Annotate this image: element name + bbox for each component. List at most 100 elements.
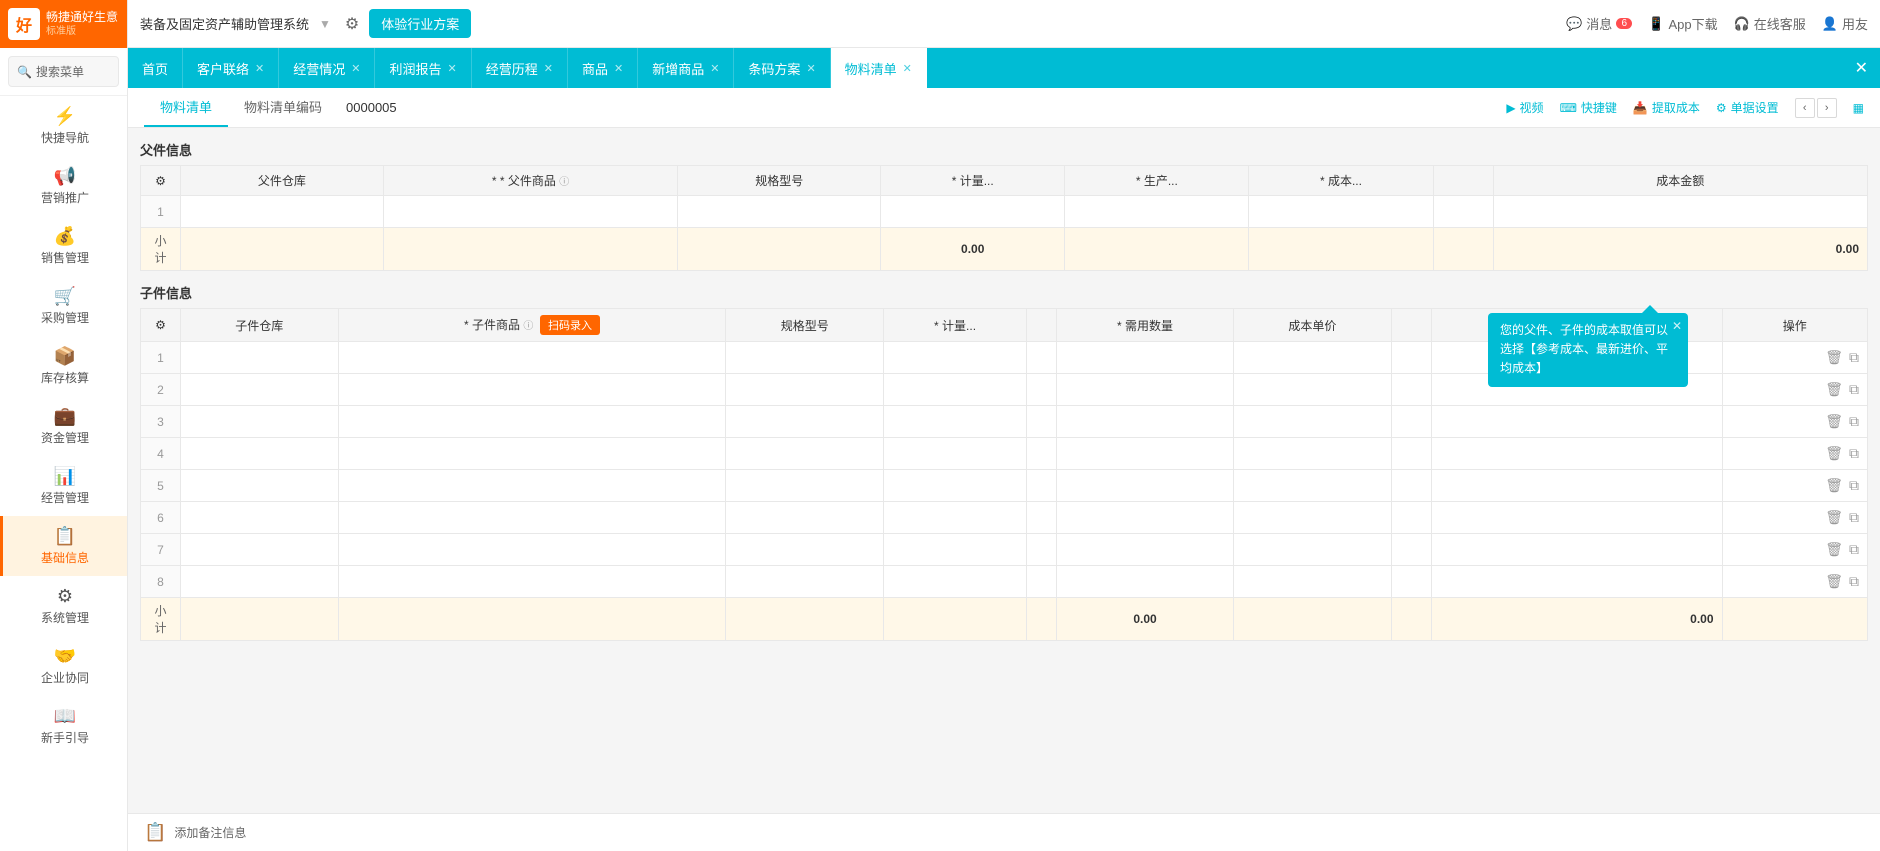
search-menu-button[interactable]: 🔍 搜索菜单 (8, 56, 119, 87)
sidebar-item-quick-nav[interactable]: ⚡ 快捷导航 (0, 96, 127, 156)
sidebar-item-system[interactable]: ⚙ 系统管理 (0, 576, 127, 636)
delete-row-7-button[interactable]: 🗑 (1825, 541, 1843, 558)
child-row-5-spec[interactable] (726, 470, 884, 502)
delete-row-5-button[interactable]: 🗑 (1825, 477, 1843, 494)
child-row-4-unit[interactable] (884, 438, 1027, 470)
sidebar-item-guide[interactable]: 📖 新手引导 (0, 696, 127, 756)
tab-bom[interactable]: 物料清单 ✕ (831, 48, 927, 88)
shortcut-action[interactable]: ⌨ 快捷键 (1560, 99, 1617, 116)
add-remark-text[interactable]: 添加备注信息 (174, 824, 246, 841)
child-row-2-warehouse[interactable] (181, 374, 339, 406)
delete-row-2-button[interactable]: 🗑 (1825, 381, 1843, 398)
tab-customer[interactable]: 客户联络 ✕ (183, 48, 279, 88)
tab-profit[interactable]: 利润报告 ✕ (375, 48, 471, 88)
video-action[interactable]: ▶ 视频 (1506, 99, 1543, 116)
tab-product-close[interactable]: ✕ (614, 62, 623, 75)
delete-row-4-button[interactable]: 🗑 (1825, 445, 1843, 462)
child-row-6-unit-cost[interactable] (1234, 502, 1392, 534)
tab-new-product[interactable]: 新增商品 ✕ (638, 48, 734, 88)
child-row-4-req-qty[interactable] (1057, 438, 1234, 470)
sidebar-item-sales[interactable]: 💰 销售管理 (0, 216, 127, 276)
tab-bom-close[interactable]: ✕ (903, 62, 912, 75)
copy-row-5-button[interactable]: ⧉ (1849, 477, 1859, 494)
parent-row-1-unit[interactable] (881, 196, 1065, 228)
child-row-2-unit[interactable] (884, 374, 1027, 406)
online-service-button[interactable]: 🎧 在线客服 (1734, 14, 1806, 33)
child-row-7-product[interactable] (338, 534, 726, 566)
child-row-5-product[interactable] (338, 470, 726, 502)
delete-row-8-button[interactable]: 🗑 (1825, 573, 1843, 590)
child-row-1-product[interactable] (338, 342, 726, 374)
delete-row-6-button[interactable]: 🗑 (1825, 509, 1843, 526)
child-row-7-unit[interactable] (884, 534, 1027, 566)
child-row-3-product[interactable] (338, 406, 726, 438)
child-row-1-warehouse[interactable] (181, 342, 339, 374)
sidebar-item-enterprise[interactable]: 🤝 企业协同 (0, 636, 127, 696)
tab-operations-close[interactable]: ✕ (351, 62, 360, 75)
extract-cost-action[interactable]: 📥 提取成本 (1633, 99, 1700, 116)
child-row-6-spec[interactable] (726, 502, 884, 534)
child-row-1-spec[interactable] (726, 342, 884, 374)
delete-row-1-button[interactable]: 🗑 (1825, 349, 1843, 366)
child-row-1-req-qty[interactable] (1057, 342, 1234, 374)
next-doc-button[interactable]: › (1817, 98, 1837, 118)
child-row-3-unit-cost[interactable] (1234, 406, 1392, 438)
doc-settings-action[interactable]: ⚙ 单据设置 (1716, 99, 1779, 116)
parent-row-1-produce[interactable] (1065, 196, 1249, 228)
trial-plan-button[interactable]: 体验行业方案 (369, 9, 471, 38)
copy-row-8-button[interactable]: ⧉ (1849, 573, 1859, 590)
child-row-4-product[interactable] (338, 438, 726, 470)
sidebar-item-inventory[interactable]: 📦 库存核算 (0, 336, 127, 396)
parent-col-settings[interactable]: ⚙ (141, 166, 181, 196)
child-row-2-product[interactable] (338, 374, 726, 406)
sub-tab-bom-code[interactable]: 物料清单编码 (228, 88, 338, 127)
child-row-6-warehouse[interactable] (181, 502, 339, 534)
delete-row-3-button[interactable]: 🗑 (1825, 413, 1843, 430)
child-row-6-product[interactable] (338, 502, 726, 534)
child-row-8-unit-cost[interactable] (1234, 566, 1392, 598)
prev-doc-button[interactable]: ‹ (1795, 98, 1815, 118)
parent-row-1-spec[interactable] (678, 196, 881, 228)
child-row-6-unit[interactable] (884, 502, 1027, 534)
user-profile-button[interactable]: 👤 用友 (1822, 14, 1868, 33)
parent-row-1-warehouse[interactable] (181, 196, 384, 228)
settings-gear-icon[interactable]: ⚙ (345, 14, 359, 34)
child-row-3-unit[interactable] (884, 406, 1027, 438)
child-row-8-warehouse[interactable] (181, 566, 339, 598)
tab-history[interactable]: 经营历程 ✕ (472, 48, 568, 88)
tab-customer-close[interactable]: ✕ (255, 62, 264, 75)
child-row-3-warehouse[interactable] (181, 406, 339, 438)
child-col-settings[interactable]: ⚙ (141, 309, 181, 342)
tab-barcode-close[interactable]: ✕ (806, 62, 815, 75)
child-row-2-req-qty[interactable] (1057, 374, 1234, 406)
sidebar-item-purchase[interactable]: 🛒 采购管理 (0, 276, 127, 336)
child-row-5-warehouse[interactable] (181, 470, 339, 502)
tab-home[interactable]: 首页 (128, 48, 183, 88)
child-row-1-unit-cost[interactable] (1234, 342, 1392, 374)
copy-row-4-button[interactable]: ⧉ (1849, 445, 1859, 462)
sidebar-item-basic-info[interactable]: 📋 基础信息 (0, 516, 127, 576)
child-row-8-req-qty[interactable] (1057, 566, 1234, 598)
child-row-7-spec[interactable] (726, 534, 884, 566)
tooltip-close-button[interactable]: ✕ (1672, 317, 1682, 336)
parent-row-1-cost[interactable] (1249, 196, 1433, 228)
tab-history-close[interactable]: ✕ (544, 62, 553, 75)
sidebar-item-operations[interactable]: 📊 经营管理 (0, 456, 127, 516)
tab-new-product-close[interactable]: ✕ (710, 62, 719, 75)
message-button[interactable]: 💬 消息 6 (1566, 14, 1632, 33)
child-row-8-product[interactable] (338, 566, 726, 598)
copy-row-6-button[interactable]: ⧉ (1849, 509, 1859, 526)
child-row-4-spec[interactable] (726, 438, 884, 470)
child-row-3-req-qty[interactable] (1057, 406, 1234, 438)
child-row-5-req-qty[interactable] (1057, 470, 1234, 502)
copy-row-7-button[interactable]: ⧉ (1849, 541, 1859, 558)
grid-view-button[interactable]: ▦ (1853, 101, 1864, 115)
child-row-2-spec[interactable] (726, 374, 884, 406)
child-row-7-unit-cost[interactable] (1234, 534, 1392, 566)
child-row-5-unit[interactable] (884, 470, 1027, 502)
child-row-3-spec[interactable] (726, 406, 884, 438)
child-row-8-unit[interactable] (884, 566, 1027, 598)
copy-row-3-button[interactable]: ⧉ (1849, 413, 1859, 430)
child-row-4-unit-cost[interactable] (1234, 438, 1392, 470)
child-row-2-unit-cost[interactable] (1234, 374, 1392, 406)
